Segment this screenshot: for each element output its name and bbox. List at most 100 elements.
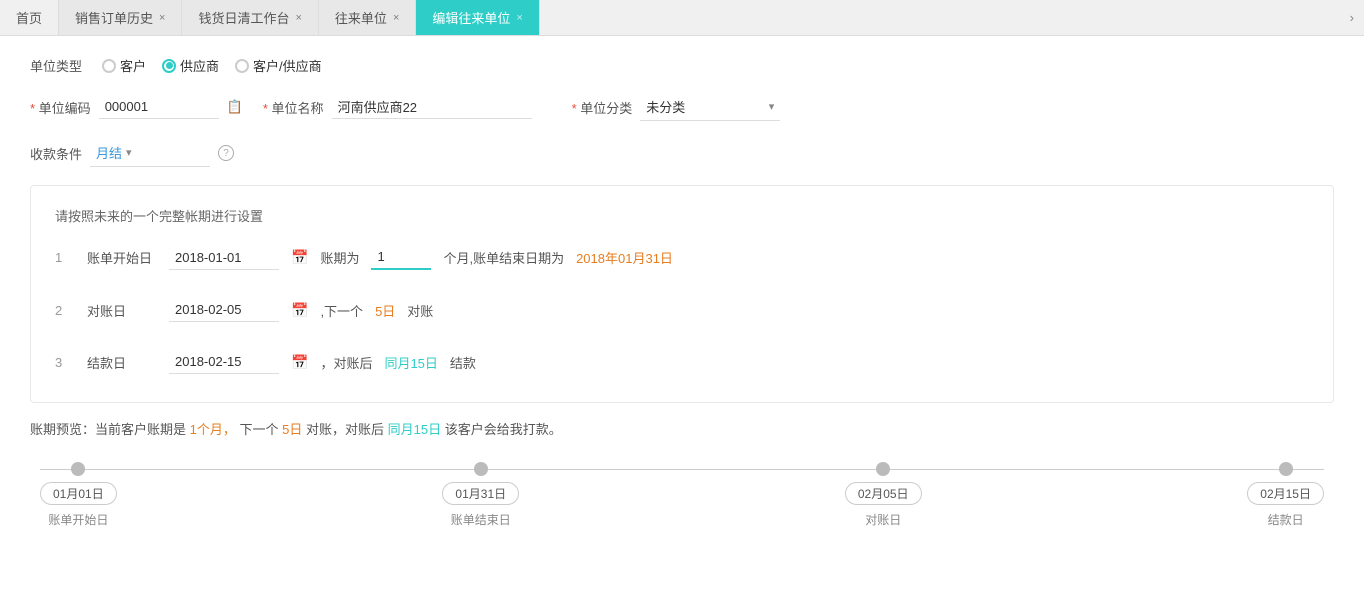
tab-cash-work-close[interactable]: × [295, 12, 301, 24]
payment-desc-prefix: ，对账后 [320, 353, 372, 372]
payment-date-calendar-icon[interactable]: 📅 [291, 354, 308, 371]
tl-label-4: 结款日 [1268, 511, 1304, 528]
payment-label: 收款条件 [30, 144, 82, 163]
unit-category-label: 单位分类 [572, 98, 633, 117]
tab-more-icon: › [1350, 10, 1354, 25]
tl-date-1: 01月01日 [53, 487, 104, 501]
tl-label-2: 账单结束日 [451, 511, 511, 528]
radio-supplier-circle [162, 59, 176, 73]
radio-customer-label: 客户 [120, 56, 146, 75]
tl-box-1: 01月01日 [40, 482, 117, 505]
tab-sales-history[interactable]: 销售订单历史 × [59, 0, 182, 35]
tab-counterparty[interactable]: 往来单位 × [319, 0, 416, 35]
row-num-3: 3 [55, 355, 75, 370]
tab-edit-counterparty-label: 编辑往来单位 [432, 8, 510, 27]
tl-dot-1 [71, 462, 85, 476]
timeline-point-3: 02月05日 对账日 [845, 462, 922, 528]
tl-date-3: 02月05日 [858, 487, 909, 501]
timeline-point-1: 01月01日 账单开始日 [40, 462, 117, 528]
tl-box-4: 02月15日 [1247, 482, 1324, 505]
unit-name-label: 单位名称 [263, 98, 324, 117]
radio-customer[interactable]: 客户 [102, 56, 146, 75]
card-section: 请按照未来的一个完整帐期进行设置 1 账单开始日 📅 账期为 个月,账单结束日期… [30, 185, 1334, 403]
preview-mid1: 下一个 [240, 422, 279, 437]
row-label-1: 账单开始日 [87, 248, 157, 267]
payment-chevron-icon: ▾ [126, 146, 132, 159]
preview-mid2: 对账，对账后 [306, 422, 384, 437]
payment-select[interactable]: 月结 ▾ [90, 139, 210, 167]
unit-name-input[interactable] [332, 95, 532, 119]
unit-category-select[interactable]: 未分类 ▾ [640, 93, 780, 121]
payment-row: 收款条件 月结 ▾ ? [30, 139, 1334, 167]
radio-customer-circle [102, 59, 116, 73]
timeline-points: 01月01日 账单开始日 01月31日 账单结束日 02月05日 [40, 462, 1324, 528]
question-icon[interactable]: ? [218, 145, 234, 161]
timeline-point-2: 01月31日 账单结束日 [442, 462, 519, 528]
tab-counterparty-close[interactable]: × [393, 12, 399, 24]
tab-counterparty-label: 往来单位 [335, 8, 387, 27]
chevron-down-icon: ▾ [769, 100, 775, 113]
main-content: 单位类型 客户 供应商 客户/供应商 单位编码 📋 单位名称 [0, 36, 1364, 608]
tl-date-4: 02月15日 [1260, 487, 1311, 501]
start-date-input[interactable] [169, 246, 279, 270]
tab-more-button[interactable]: › [1340, 0, 1364, 35]
preview-text: 账期预览：当前客户账期是 1个月， 下一个 5日 对账，对账后 同月15日 该客… [30, 419, 1334, 438]
tl-dot-4 [1279, 462, 1293, 476]
card-instruction: 请按照未来的一个完整帐期进行设置 [55, 206, 1309, 225]
unit-name-field: 单位名称 [263, 95, 532, 119]
tl-dot-2 [474, 462, 488, 476]
tab-bar: 首页 销售订单历史 × 钱货日清工作台 × 往来单位 × 编辑往来单位 × › [0, 0, 1364, 36]
setting-row-2: 2 对账日 📅 ,下一个 5日 对账 [55, 298, 1309, 322]
preview-highlight1: 1个月， [190, 422, 236, 437]
tl-box-3: 02月05日 [845, 482, 922, 505]
unit-code-label: 单位编码 [30, 98, 91, 117]
unit-type-row: 单位类型 客户 供应商 客户/供应商 [30, 56, 1334, 75]
tab-edit-counterparty-close[interactable]: × [516, 12, 522, 24]
tab-cash-work[interactable]: 钱货日清工作台 × [182, 0, 318, 35]
tl-dot-3 [876, 462, 890, 476]
tab-cash-work-label: 钱货日清工作台 [198, 8, 289, 27]
tl-box-2: 01月31日 [442, 482, 519, 505]
timeline-point-4: 02月15日 结款日 [1247, 462, 1324, 528]
period-unit: 个月,账单结束日期为 [443, 248, 564, 267]
preview-prefix: 账期预览：当前客户账期是 [30, 422, 186, 437]
radio-supplier-label: 供应商 [180, 56, 219, 75]
payment-date-input[interactable] [169, 350, 279, 374]
tab-sales-history-label: 销售订单历史 [75, 8, 153, 27]
unit-type-radio-group: 客户 供应商 客户/供应商 [102, 56, 322, 75]
unit-code-input[interactable] [99, 95, 219, 119]
tl-date-2: 01月31日 [455, 487, 506, 501]
tab-home[interactable]: 首页 [0, 0, 59, 35]
radio-both[interactable]: 客户/供应商 [235, 56, 322, 75]
unit-type-field: 单位类型 [30, 56, 82, 75]
radio-both-circle [235, 59, 249, 73]
preview-suffix: 该客户会给我打款。 [445, 422, 562, 437]
tl-label-1: 账单开始日 [48, 511, 108, 528]
reconcile-date-calendar-icon[interactable]: 📅 [291, 302, 308, 319]
period-value-input[interactable] [371, 245, 431, 270]
tab-home-label: 首页 [16, 8, 42, 27]
tl-label-3: 对账日 [865, 511, 901, 528]
start-date-calendar-icon[interactable]: 📅 [291, 249, 308, 266]
reconcile-desc-suffix: 对账 [407, 301, 433, 320]
row-num-1: 1 [55, 250, 75, 265]
tab-edit-counterparty[interactable]: 编辑往来单位 × [416, 0, 539, 35]
unit-type-label: 单位类型 [30, 56, 82, 75]
preview-highlight3: 同月15日 [388, 422, 441, 437]
copy-icon[interactable]: 📋 [227, 99, 243, 115]
reconcile-desc-prefix: ,下一个 [320, 301, 363, 320]
unit-category-value: 未分类 [646, 97, 764, 116]
reconcile-date-input[interactable] [169, 298, 279, 322]
payment-field: 收款条件 月结 ▾ ? [30, 139, 234, 167]
period-label: 账期为 [320, 248, 359, 267]
payment-value: 月结 [96, 143, 122, 162]
preview-highlight2: 5日 [282, 422, 302, 437]
unit-code-field: 单位编码 📋 [30, 95, 243, 119]
reconcile-highlight: 5日 [375, 301, 395, 320]
radio-supplier[interactable]: 供应商 [162, 56, 219, 75]
payment-desc-suffix: 结款 [450, 353, 476, 372]
row-label-2: 对账日 [87, 301, 157, 320]
tab-sales-history-close[interactable]: × [159, 12, 165, 24]
setting-row-1: 1 账单开始日 📅 账期为 个月,账单结束日期为 2018年01月31日 [55, 245, 1309, 270]
unit-info-row: 单位编码 📋 单位名称 单位分类 未分类 ▾ [30, 93, 1334, 121]
